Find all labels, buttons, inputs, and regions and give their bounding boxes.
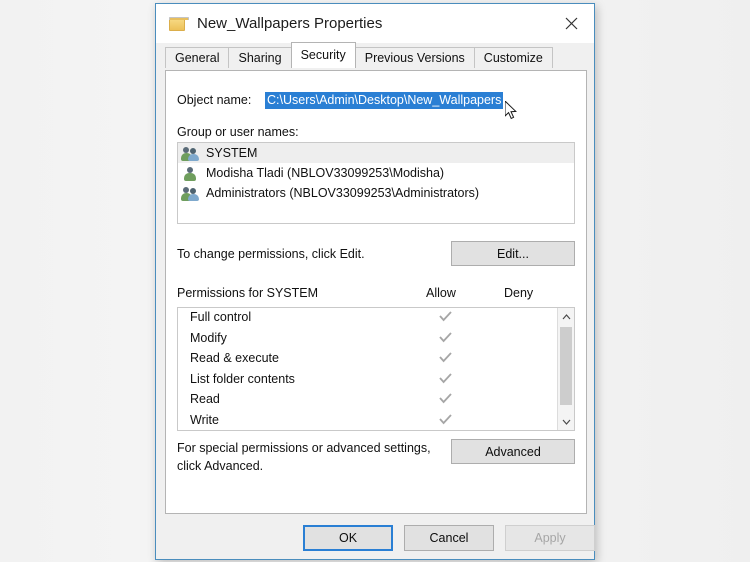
permission-name: List folder contents bbox=[190, 372, 295, 386]
ok-button[interactable]: OK bbox=[303, 525, 393, 551]
tab-previous-versions[interactable]: Previous Versions bbox=[355, 47, 475, 68]
object-name-label: Object name: bbox=[177, 93, 251, 107]
permission-name: Write bbox=[190, 413, 219, 427]
table-row[interactable]: Write bbox=[178, 411, 574, 432]
list-item-label: Administrators (NBLOV33099253\Administra… bbox=[206, 186, 479, 200]
security-tab-panel: Object name: C:\Users\Admin\Desktop\New_… bbox=[165, 70, 587, 514]
permissions-label: Permissions for SYSTEM bbox=[177, 286, 318, 300]
group-user-names-label: Group or user names: bbox=[177, 125, 299, 139]
users-group-icon bbox=[182, 146, 199, 161]
deny-column-header: Deny bbox=[504, 286, 533, 300]
group-user-names-list[interactable]: SYSTEM Modisha Tladi (NBLOV33099253\Modi… bbox=[177, 142, 575, 224]
chevron-up-icon[interactable] bbox=[558, 308, 574, 325]
allow-column-header: Allow bbox=[426, 286, 456, 300]
tab-strip: General Sharing Security Previous Versio… bbox=[165, 43, 585, 68]
permission-name: Full control bbox=[190, 310, 251, 324]
table-row[interactable]: Full control bbox=[178, 308, 574, 329]
list-item[interactable]: Modisha Tladi (NBLOV33099253\Modisha) bbox=[178, 163, 574, 183]
allow-checkmark bbox=[436, 350, 454, 363]
advanced-button[interactable]: Advanced bbox=[451, 439, 575, 464]
list-item-label: SYSTEM bbox=[206, 146, 257, 160]
close-icon[interactable] bbox=[548, 4, 594, 43]
cancel-button[interactable]: Cancel bbox=[404, 525, 494, 551]
edit-hint: To change permissions, click Edit. bbox=[177, 247, 365, 261]
tab-general[interactable]: General bbox=[165, 47, 229, 68]
permission-name: Modify bbox=[190, 331, 227, 345]
table-row[interactable]: Read & execute bbox=[178, 349, 574, 370]
table-row[interactable]: Read bbox=[178, 390, 574, 411]
permission-name: Read bbox=[190, 392, 220, 406]
table-row[interactable]: List folder contents bbox=[178, 370, 574, 391]
allow-checkmark bbox=[436, 391, 454, 404]
allow-checkmark bbox=[436, 371, 454, 384]
object-name-value[interactable]: C:\Users\Admin\Desktop\New_Wallpapers bbox=[265, 92, 503, 109]
tab-security[interactable]: Security bbox=[291, 42, 356, 68]
screen: New_Wallpapers Properties General Sharin… bbox=[0, 0, 750, 562]
scrollbar-thumb[interactable] bbox=[560, 327, 572, 405]
allow-checkmark bbox=[436, 309, 454, 322]
advanced-hint-line1: For special permissions or advanced sett… bbox=[177, 441, 431, 455]
advanced-hint-line2: click Advanced. bbox=[177, 459, 263, 473]
window-title: New_Wallpapers Properties bbox=[197, 15, 382, 32]
list-item[interactable]: SYSTEM bbox=[178, 143, 574, 163]
user-icon bbox=[182, 166, 199, 181]
permissions-scrollbar[interactable] bbox=[557, 308, 574, 430]
tab-customize[interactable]: Customize bbox=[474, 47, 553, 68]
chevron-down-icon[interactable] bbox=[558, 413, 574, 430]
users-group-icon bbox=[182, 186, 199, 201]
title-bar: New_Wallpapers Properties bbox=[156, 4, 594, 43]
list-item[interactable]: Administrators (NBLOV33099253\Administra… bbox=[178, 183, 574, 203]
allow-checkmark bbox=[436, 412, 454, 425]
properties-dialog: New_Wallpapers Properties General Sharin… bbox=[155, 3, 595, 560]
apply-button: Apply bbox=[505, 525, 595, 551]
table-row[interactable]: Modify bbox=[178, 329, 574, 350]
list-item-label: Modisha Tladi (NBLOV33099253\Modisha) bbox=[206, 166, 444, 180]
allow-checkmark bbox=[436, 330, 454, 343]
folder-icon bbox=[169, 17, 186, 31]
tab-sharing[interactable]: Sharing bbox=[228, 47, 291, 68]
edit-button[interactable]: Edit... bbox=[451, 241, 575, 266]
permission-name: Read & execute bbox=[190, 351, 279, 365]
permissions-table[interactable]: Full control Modify Read bbox=[177, 307, 575, 431]
